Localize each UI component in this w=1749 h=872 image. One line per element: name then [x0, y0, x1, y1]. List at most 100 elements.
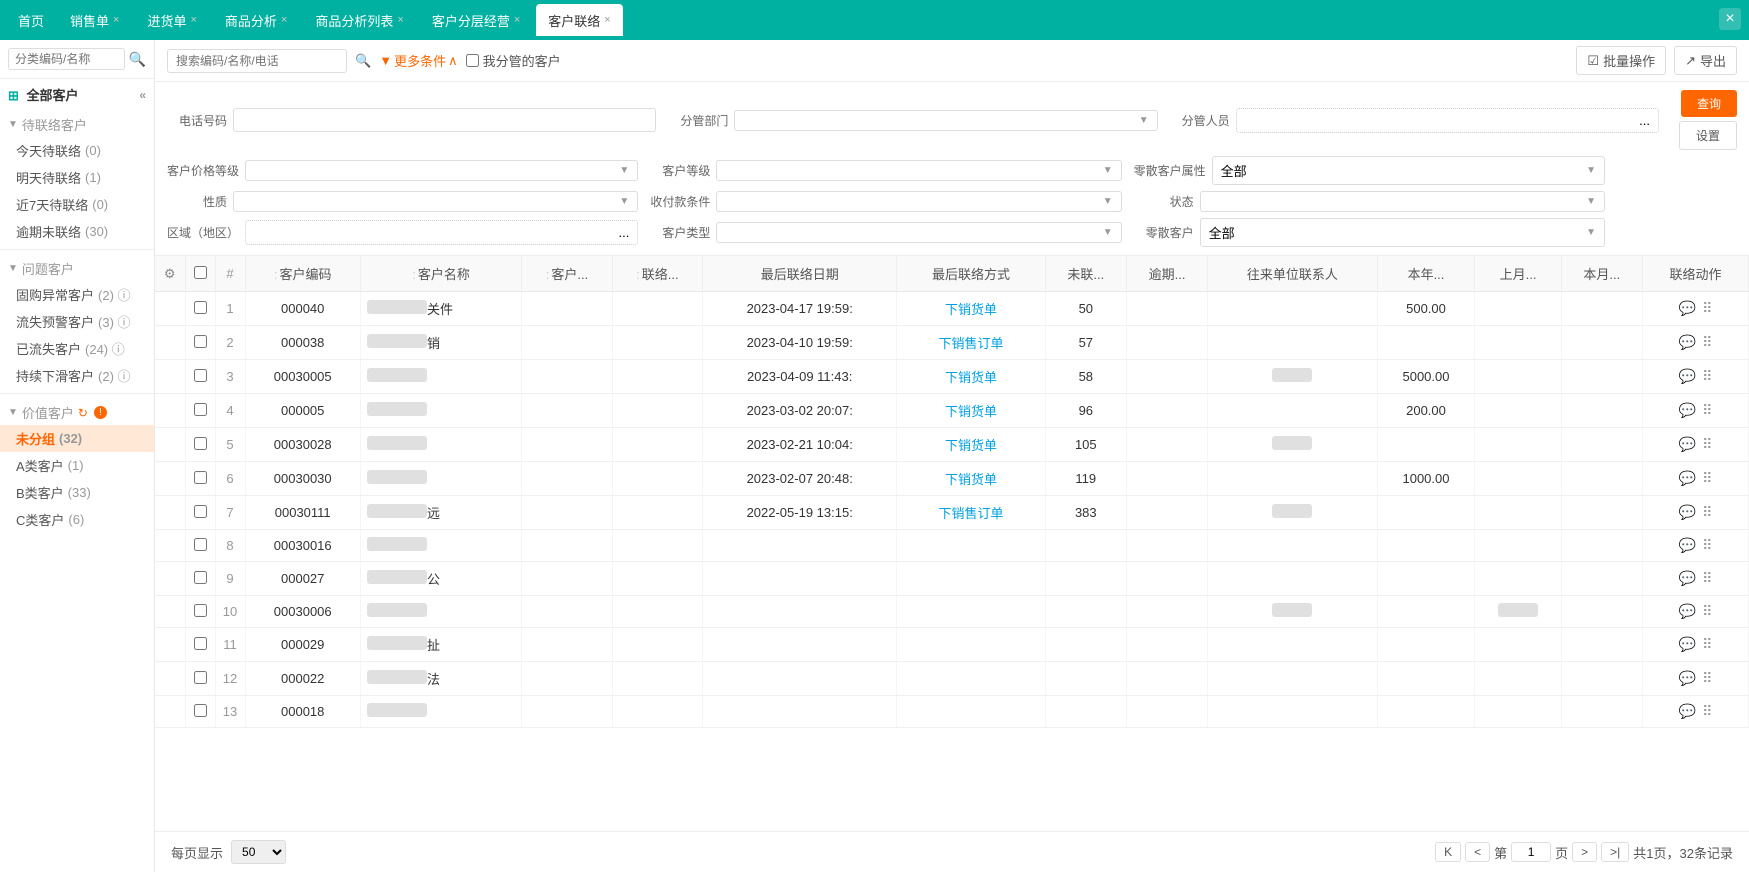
more-action-icon[interactable]: ⠿ [1702, 402, 1712, 419]
action-cell[interactable]: 💬⠿ [1642, 462, 1748, 496]
sidebar-item-abnormal[interactable]: 固购异常客户 (2) ⓘ [0, 281, 154, 308]
th-this-month[interactable]: 本月... [1561, 256, 1642, 292]
group-value-customers[interactable]: ▼ 价值客户 ↻ ! [0, 398, 154, 425]
tab-purchase-order[interactable]: 进货单 × [135, 4, 208, 36]
contact-action-icon[interactable]: 💬 [1679, 368, 1696, 385]
all-customers-header[interactable]: ⊞ 全部客户 « [0, 79, 154, 110]
th-last-contact-way[interactable]: 最后联络方式 [897, 256, 1045, 292]
th-name[interactable]: :客户名称 [360, 256, 521, 292]
more-action-icon[interactable]: ⠿ [1702, 470, 1712, 487]
row-checkbox[interactable] [194, 637, 207, 650]
tab-sales-order[interactable]: 销售单 × [58, 4, 131, 36]
retail-attr-select[interactable]: 全部 ▼ [1212, 156, 1605, 185]
th-type[interactable]: :客户... [522, 256, 612, 292]
filter-search-icon[interactable]: 🔍 [355, 53, 371, 69]
row-checkbox[interactable] [194, 335, 207, 348]
page-size-select[interactable]: 50 20 100 [231, 840, 286, 864]
more-action-icon[interactable]: ⠿ [1702, 436, 1712, 453]
customer-type-select[interactable]: ▼ [716, 222, 1121, 243]
contact-action-icon[interactable]: 💬 [1679, 537, 1696, 554]
sidebar-item-today[interactable]: 今天待联络 (0) [0, 137, 154, 164]
phone-input[interactable] [233, 108, 656, 132]
th-contact[interactable]: :联络... [612, 256, 702, 292]
more-action-icon[interactable]: ⠿ [1702, 368, 1712, 385]
sidebar-item-classB[interactable]: B类客户 (33) [0, 479, 154, 506]
th-settings[interactable]: ⚙ [155, 256, 185, 292]
action-cell[interactable]: 💬⠿ [1642, 496, 1748, 530]
row-checkbox[interactable] [194, 704, 207, 717]
price-level-select[interactable]: ▼ [245, 160, 638, 181]
settings-icon[interactable]: ⚙ [164, 266, 176, 281]
contact-action-icon[interactable]: 💬 [1679, 504, 1696, 521]
more-action-icon[interactable]: ⠿ [1702, 636, 1712, 653]
close-product-analysis-icon[interactable]: × [281, 14, 287, 26]
nature-select[interactable]: ▼ [233, 191, 638, 212]
payment-select[interactable]: ▼ [716, 191, 1121, 212]
prev-page-btn[interactable]: < [1465, 842, 1490, 862]
sidebar-item-tomorrow[interactable]: 明天待联络 (1) [0, 164, 154, 191]
row-checkbox[interactable] [194, 369, 207, 382]
group-problem-customers[interactable]: ▼ 问题客户 [0, 254, 154, 281]
contact-action-icon[interactable]: 💬 [1679, 603, 1696, 620]
row-checkbox[interactable] [194, 403, 207, 416]
action-cell[interactable]: 💬⠿ [1642, 562, 1748, 596]
contact-action-icon[interactable]: 💬 [1679, 636, 1696, 653]
contact-action-icon[interactable]: 💬 [1679, 402, 1696, 419]
action-cell[interactable]: 💬⠿ [1642, 628, 1748, 662]
status-select[interactable]: ▼ [1200, 191, 1605, 212]
action-cell[interactable]: 💬⠿ [1642, 428, 1748, 462]
sidebar-item-7days[interactable]: 近7天待联络 (0) [0, 191, 154, 218]
more-action-icon[interactable]: ⠿ [1702, 334, 1712, 351]
close-all-btn[interactable]: × [1719, 8, 1741, 30]
last-contact-way-link[interactable]: 下销货单 [945, 370, 997, 385]
contact-action-icon[interactable]: 💬 [1679, 570, 1696, 587]
sidebar-item-ungrouped[interactable]: 未分组 (32) [0, 425, 154, 452]
th-checkbox[interactable] [185, 256, 215, 292]
sidebar-item-classC[interactable]: C类客户 (6) [0, 506, 154, 533]
action-cell[interactable]: 💬⠿ [1642, 326, 1748, 360]
sidebar-search-icon[interactable]: 🔍 [129, 51, 146, 68]
th-last-contact-date[interactable]: 最后联络日期 [703, 256, 897, 292]
close-purchase-order-icon[interactable]: × [190, 14, 196, 26]
sidebar-item-overdue[interactable]: 逾期未联络 (30) [0, 218, 154, 245]
tab-customer-segmentation[interactable]: 客户分层经营 × [420, 4, 532, 36]
more-action-icon[interactable]: ⠿ [1702, 504, 1712, 521]
last-contact-way-link[interactable]: 下销货单 [945, 404, 997, 419]
sidebar-search-input[interactable] [8, 48, 125, 70]
sidebar-item-lost[interactable]: 已流失客户 (24) ⓘ [0, 335, 154, 362]
my-customers-checkbox-label[interactable]: 我分管的客户 [466, 51, 561, 70]
last-contact-way-link[interactable]: 下销货单 [945, 302, 997, 317]
row-checkbox[interactable] [194, 604, 207, 617]
reset-btn[interactable]: 设置 [1679, 121, 1737, 150]
last-contact-way-link[interactable]: 下销售订单 [939, 336, 1004, 351]
last-contact-way-link[interactable]: 下销货单 [945, 472, 997, 487]
tab-product-analysis[interactable]: 商品分析 × [213, 4, 299, 36]
th-overdue[interactable]: 逾期... [1126, 256, 1207, 292]
row-checkbox[interactable] [194, 301, 207, 314]
row-checkbox[interactable] [194, 671, 207, 684]
batch-operation-btn[interactable]: ☑ 批量操作 [1576, 46, 1666, 75]
more-action-icon[interactable]: ⠿ [1702, 703, 1712, 720]
action-cell[interactable]: 💬⠿ [1642, 530, 1748, 562]
sidebar-item-declining[interactable]: 持续下滑客户 (2) ⓘ [0, 362, 154, 389]
tab-customer-contact[interactable]: 客户联络 × [536, 4, 622, 36]
close-product-analysis-list-icon[interactable]: × [397, 14, 403, 26]
next-page-btn[interactable]: > [1572, 842, 1597, 862]
th-uncontacted[interactable]: 未联... [1045, 256, 1126, 292]
action-cell[interactable]: 💬⠿ [1642, 696, 1748, 728]
contact-action-icon[interactable]: 💬 [1679, 470, 1696, 487]
more-action-icon[interactable]: ⠿ [1702, 603, 1712, 620]
sidebar-item-classA[interactable]: A类客户 (1) [0, 452, 154, 479]
contact-action-icon[interactable]: 💬 [1679, 703, 1696, 720]
manager-input[interactable]: ... [1236, 108, 1659, 133]
group-pending-contact[interactable]: ▼ 待联络客户 [0, 110, 154, 137]
th-this-year[interactable]: 本年... [1377, 256, 1475, 292]
th-unit-contact[interactable]: 往来单位联系人 [1208, 256, 1377, 292]
filter-search-input[interactable] [167, 49, 347, 73]
select-all-checkbox[interactable] [194, 266, 207, 279]
customer-level-select[interactable]: ▼ [716, 160, 1121, 181]
retail-customer-select[interactable]: 全部 ▼ [1200, 218, 1605, 247]
region-select[interactable]: ... [245, 220, 638, 245]
my-customers-checkbox[interactable] [466, 54, 479, 67]
page-number-input[interactable] [1511, 842, 1551, 862]
